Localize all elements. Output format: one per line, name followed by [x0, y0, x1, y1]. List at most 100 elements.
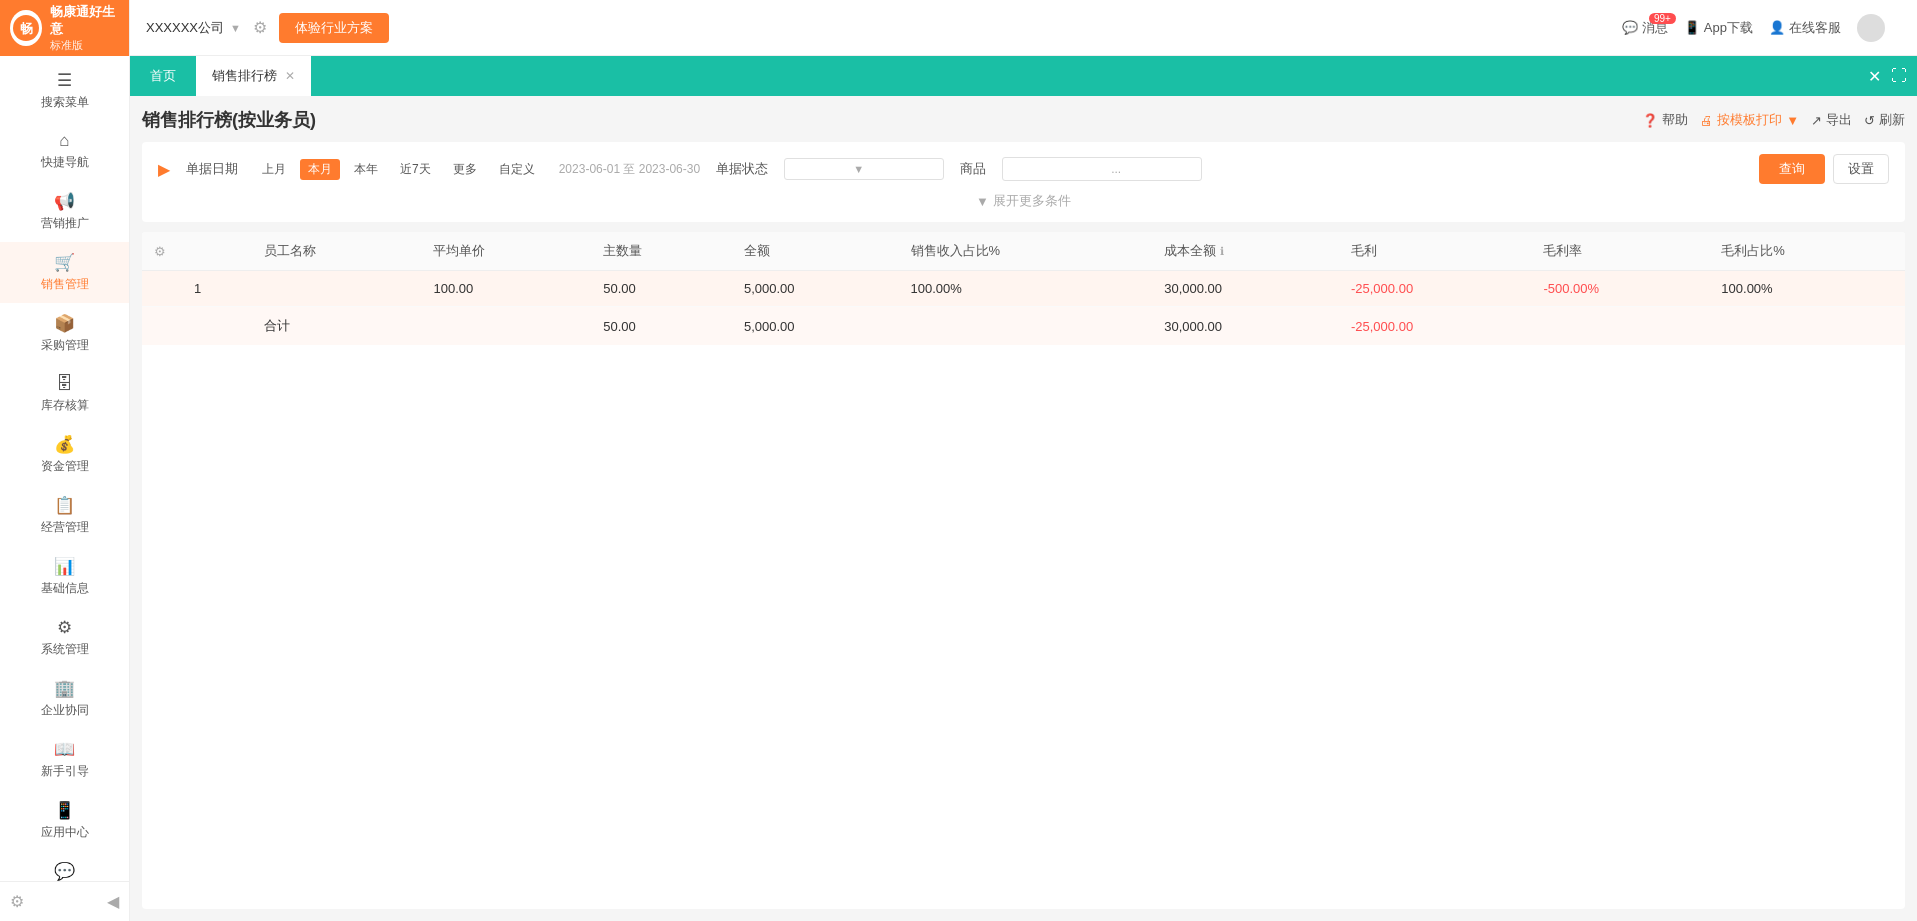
row-name: [252, 271, 422, 307]
status-select[interactable]: ▼: [784, 158, 944, 180]
app-download-button[interactable]: 📱 App下载: [1684, 19, 1753, 37]
sidebar-item-marketing[interactable]: 📢 营销推广: [0, 181, 129, 242]
message-button[interactable]: 💬 消息 99+: [1622, 19, 1668, 37]
sidebar-item-enterprise[interactable]: 🏢 企业协同: [0, 668, 129, 729]
trial-button[interactable]: 体验行业方案: [279, 13, 389, 43]
online-service-button[interactable]: 👤 在线客服: [1769, 19, 1841, 37]
row-settings: [142, 271, 182, 307]
date-tab-this-month[interactable]: 本月: [300, 159, 340, 180]
table-settings-icon[interactable]: ⚙: [154, 244, 166, 259]
topbar-right: 💬 消息 99+ 📱 App下载 👤 在线客服: [1622, 14, 1901, 42]
table-row: 1 100.00 50.00 5,000.00 100.00% 30,000.0…: [142, 271, 1905, 307]
guide-icon: 📖: [54, 739, 75, 760]
base-icon: 📊: [54, 556, 75, 577]
topbar: XXXXXX公司 ▼ ⚙ 体验行业方案 💬 消息 99+ 📱 App下载 👤 在…: [130, 0, 1917, 56]
tab-fullscreen-icon[interactable]: ⛶: [1891, 67, 1907, 85]
company-caret-icon: ▼: [230, 22, 241, 34]
date-tab-7days[interactable]: 近7天: [392, 159, 439, 180]
col-amount: 全额: [732, 232, 899, 271]
sidebar-item-guide[interactable]: 📖 新手引导: [0, 729, 129, 790]
help-icon: ❓: [1642, 113, 1658, 128]
expand-row: ▼ 展开更多条件: [158, 184, 1889, 210]
sidebar-nav: ☰ 搜索菜单 ⌂ 快捷导航 📢 营销推广 🛒 销售管理 📦 采购管理 🗄 库存核…: [0, 56, 129, 881]
tab-close-all-icon[interactable]: ✕: [1868, 67, 1881, 86]
operation-icon: 📋: [54, 495, 75, 516]
sidebar-item-apps[interactable]: 📱 应用中心: [0, 790, 129, 851]
page-actions: ❓ 帮助 🖨 按模板打印 ▼ ↗ 导出 ↺ 刷新: [1642, 111, 1905, 129]
footer-label: 合计: [252, 307, 422, 346]
expand-more-button[interactable]: ▼ 展开更多条件: [976, 192, 1071, 210]
date-tab-last-month[interactable]: 上月: [254, 159, 294, 180]
row-sales-pct: 100.00%: [899, 271, 1153, 307]
row-gross: -25,000.00: [1339, 271, 1531, 307]
filter-collapse-icon[interactable]: ▶: [158, 160, 170, 179]
status-select-caret-icon: ▼: [853, 163, 864, 175]
table-header-row: ⚙ 员工名称 平均单价 主数量 全额 销售收入占比% 成本全额 ℹ 毛利: [142, 232, 1905, 271]
footer-sales-pct: [899, 307, 1153, 346]
status-label: 单据状态: [716, 160, 768, 178]
expand-icon: ▼: [976, 194, 989, 209]
date-tab-this-year[interactable]: 本年: [346, 159, 386, 180]
filter-settings-button[interactable]: 设置: [1833, 154, 1889, 184]
cost-info-icon[interactable]: ℹ: [1220, 245, 1224, 257]
company-name: XXXXXX公司: [146, 19, 224, 37]
message-badge: 99+: [1649, 13, 1676, 24]
print-button[interactable]: 🖨 按模板打印 ▼: [1700, 111, 1799, 129]
export-icon: ↗: [1811, 113, 1822, 128]
sidebar-item-wechat[interactable]: 💬 企业微信: [0, 851, 129, 881]
content: 销售排行榜(按业务员) ❓ 帮助 🖨 按模板打印 ▼ ↗ 导出 ↺ 刷新: [130, 96, 1917, 921]
col-gross-pct: 毛利占比%: [1709, 232, 1905, 271]
home-icon: ⌂: [59, 131, 69, 151]
help-button[interactable]: ❓ 帮助: [1642, 111, 1688, 129]
sidebar-settings-btn[interactable]: ⚙: [10, 892, 24, 911]
sales-icon: 🛒: [54, 252, 75, 273]
footer-avg-price: [421, 307, 591, 346]
sidebar-item-shortcut[interactable]: ⌂ 快捷导航: [0, 121, 129, 181]
col-name: 员工名称: [252, 232, 422, 271]
print-caret-icon: ▼: [1786, 113, 1799, 128]
goods-label: 商品: [960, 160, 986, 178]
service-icon: 👤: [1769, 20, 1785, 35]
date-label: 单据日期: [186, 160, 238, 178]
sidebar-item-system[interactable]: ⚙ 系统管理: [0, 607, 129, 668]
company-select[interactable]: XXXXXX公司 ▼: [146, 19, 241, 37]
tabbar: 首页 销售排行榜 ✕ ✕ ⛶: [130, 56, 1917, 96]
date-tab-custom[interactable]: 自定义: [491, 159, 543, 180]
tab-sales-ranking[interactable]: 销售排行榜 ✕: [196, 56, 311, 96]
sidebar-item-inventory[interactable]: 🗄 库存核算: [0, 364, 129, 424]
sidebar-item-search[interactable]: ☰ 搜索菜单: [0, 60, 129, 121]
enterprise-icon: 🏢: [54, 678, 75, 699]
tab-close-icon[interactable]: ✕: [285, 69, 295, 83]
date-tab-more[interactable]: 更多: [445, 159, 485, 180]
sidebar-collapse-btn[interactable]: ◀: [107, 892, 119, 911]
marketing-icon: 📢: [54, 191, 75, 212]
data-table-container: ⚙ 员工名称 平均单价 主数量 全额 销售收入占比% 成本全额 ℹ 毛利: [142, 232, 1905, 909]
sidebar-item-operation[interactable]: 📋 经营管理: [0, 485, 129, 546]
sidebar: 畅 畅康通好生意 标准版 ☰ 搜索菜单 ⌂ 快捷导航 📢 营销推广 🛒 销售管理…: [0, 0, 130, 921]
goods-input[interactable]: ...: [1002, 157, 1202, 181]
row-avg-price: 100.00: [421, 271, 591, 307]
query-button[interactable]: 查询: [1759, 154, 1825, 184]
tab-home[interactable]: 首页: [130, 56, 196, 96]
sidebar-item-base[interactable]: 📊 基础信息: [0, 546, 129, 607]
inventory-icon: 🗄: [56, 374, 73, 394]
app-icon: 📱: [1684, 20, 1700, 35]
col-gross-rate: 毛利率: [1531, 232, 1709, 271]
col-settings[interactable]: ⚙: [142, 232, 182, 271]
col-gross: 毛利: [1339, 232, 1531, 271]
topbar-settings-icon[interactable]: ⚙: [253, 18, 267, 37]
filter-row-1: ▶ 单据日期 上月 本月 本年 近7天 更多 自定义 2023-06-01 至 …: [158, 154, 1889, 184]
main-area: XXXXXX公司 ▼ ⚙ 体验行业方案 💬 消息 99+ 📱 App下载 👤 在…: [130, 0, 1917, 921]
sidebar-item-purchase[interactable]: 📦 采购管理: [0, 303, 129, 364]
export-button[interactable]: ↗ 导出: [1811, 111, 1852, 129]
goods-more-icon[interactable]: ...: [1111, 162, 1121, 176]
row-cost: 30,000.00: [1152, 271, 1339, 307]
sidebar-item-finance[interactable]: 💰 资金管理: [0, 424, 129, 485]
page-header: 销售排行榜(按业务员) ❓ 帮助 🖨 按模板打印 ▼ ↗ 导出 ↺ 刷新: [142, 108, 1905, 132]
avatar[interactable]: [1857, 14, 1885, 42]
refresh-button[interactable]: ↺ 刷新: [1864, 111, 1905, 129]
sidebar-footer: ⚙ ◀: [0, 881, 129, 921]
row-rank: 1: [182, 271, 252, 307]
footer-cost: 30,000.00: [1152, 307, 1339, 346]
sidebar-item-sales[interactable]: 🛒 销售管理: [0, 242, 129, 303]
